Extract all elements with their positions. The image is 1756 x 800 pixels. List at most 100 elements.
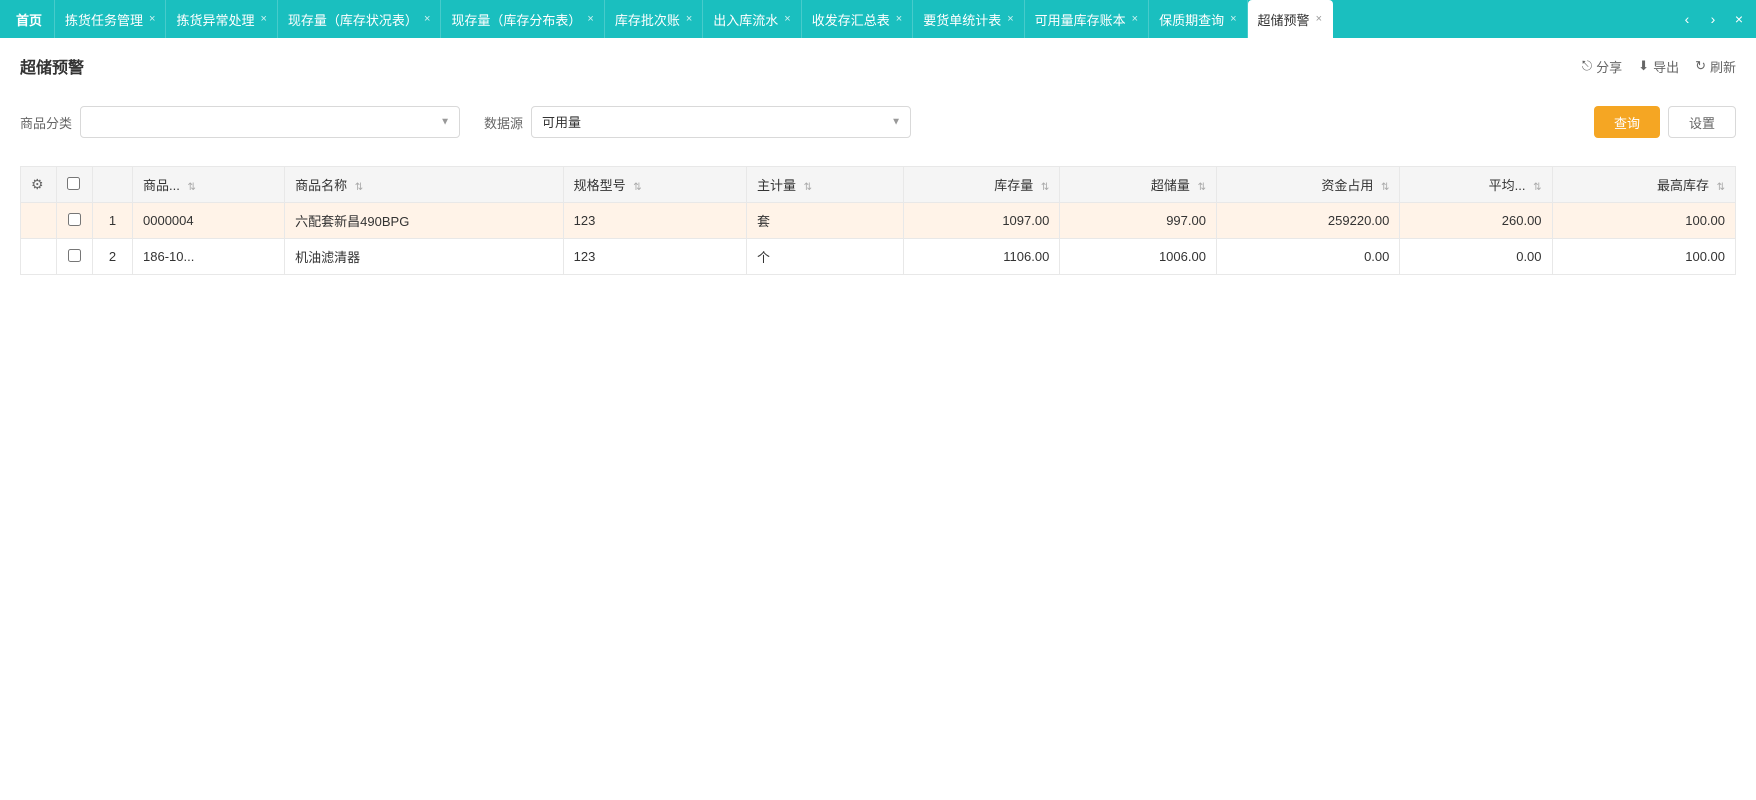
share-link[interactable]: ⎋ 分享 bbox=[1582, 57, 1622, 76]
close-tab-4[interactable]: × bbox=[686, 13, 692, 25]
nav-tab-8[interactable]: 可用量库存账本 × bbox=[1025, 0, 1149, 38]
th-settings: ⚙ bbox=[21, 167, 57, 203]
data-source-wrapper: 可用量 ▼ bbox=[531, 106, 911, 138]
close-tab-3[interactable]: × bbox=[587, 13, 593, 25]
td-unit-1: 个 bbox=[747, 239, 904, 275]
td-avg-1: 0.00 bbox=[1400, 239, 1552, 275]
table-row: 2 186-10... 机油滤清器 123 个 1106.00 1006.00 … bbox=[21, 239, 1736, 275]
td-max-stock-1: 100.00 bbox=[1552, 239, 1735, 275]
close-tab-8[interactable]: × bbox=[1132, 13, 1138, 25]
th-checkbox bbox=[57, 167, 93, 203]
td-unit-0: 套 bbox=[747, 203, 904, 239]
close-tab-0[interactable]: × bbox=[149, 13, 155, 25]
nav-arrows: ‹ › × bbox=[1674, 0, 1752, 38]
td-avg-0: 260.00 bbox=[1400, 203, 1552, 239]
top-navigation: 首页 拣货任务管理 × 拣货异常处理 × 现存量（库存状况表） × 现存量（库存… bbox=[0, 0, 1756, 38]
td-settings-0 bbox=[21, 203, 57, 239]
nav-arrow-close[interactable]: × bbox=[1726, 0, 1752, 38]
data-source-filter: 数据源 可用量 ▼ bbox=[484, 106, 911, 138]
nav-tab-1[interactable]: 拣货异常处理 × bbox=[166, 0, 277, 38]
td-checkbox-0 bbox=[57, 203, 93, 239]
th-product-code[interactable]: 商品... ⇅ bbox=[133, 167, 285, 203]
td-seq-1: 2 bbox=[93, 239, 133, 275]
nav-tab-7[interactable]: 要货单统计表 × bbox=[913, 0, 1024, 38]
table-body: 1 0000004 六配套新昌490BPG 123 套 1097.00 997.… bbox=[21, 203, 1736, 275]
close-tab-2[interactable]: × bbox=[424, 13, 430, 25]
nav-tab-6[interactable]: 收发存汇总表 × bbox=[802, 0, 913, 38]
data-table: ⚙ 商品... ⇅ 商品名称 ⇅ 规格型号 ⇅ bbox=[20, 166, 1736, 275]
td-capital-1: 0.00 bbox=[1216, 239, 1399, 275]
nav-home[interactable]: 首页 bbox=[4, 0, 55, 38]
sort-capital-icon: ⇅ bbox=[1381, 182, 1389, 193]
nav-tab-5[interactable]: 出入库流水 × bbox=[703, 0, 801, 38]
share-icon: ⎋ bbox=[1582, 58, 1592, 74]
td-seq-0: 1 bbox=[93, 203, 133, 239]
close-tab-1[interactable]: × bbox=[260, 13, 266, 25]
sort-spec-icon: ⇅ bbox=[633, 182, 641, 193]
td-stock-1: 1106.00 bbox=[903, 239, 1060, 275]
filter-area: 商品分类 ▼ 数据源 可用量 ▼ 查询 设置 bbox=[20, 94, 1736, 150]
td-product-name-0: 六配套新昌490BPG bbox=[285, 203, 563, 239]
page-content: 超储预警 ⎋ 分享 ⬇ 导出 ↻ 刷新 商品分类 ▼ bbox=[0, 38, 1756, 800]
close-tab-9[interactable]: × bbox=[1230, 13, 1236, 25]
table-row: 1 0000004 六配套新昌490BPG 123 套 1097.00 997.… bbox=[21, 203, 1736, 239]
nav-arrow-right[interactable]: › bbox=[1700, 0, 1726, 38]
td-checkbox-1 bbox=[57, 239, 93, 275]
sort-unit-icon: ⇅ bbox=[804, 182, 812, 193]
refresh-link[interactable]: ↻ 刷新 bbox=[1695, 57, 1736, 76]
sort-product-name-icon: ⇅ bbox=[355, 182, 363, 193]
data-source-label: 数据源 bbox=[484, 113, 523, 132]
refresh-icon: ↻ bbox=[1695, 58, 1706, 74]
header-actions: ⎋ 分享 ⬇ 导出 ↻ 刷新 bbox=[1582, 57, 1736, 76]
td-settings-1 bbox=[21, 239, 57, 275]
th-max-stock[interactable]: 最高库存 ⇅ bbox=[1552, 167, 1735, 203]
td-spec-0: 123 bbox=[563, 203, 746, 239]
th-seq bbox=[93, 167, 133, 203]
th-unit[interactable]: 主计量 ⇅ bbox=[747, 167, 904, 203]
th-product-name[interactable]: 商品名称 ⇅ bbox=[285, 167, 563, 203]
sort-product-code-icon: ⇅ bbox=[187, 182, 195, 193]
filter-buttons: 查询 设置 bbox=[1594, 106, 1736, 138]
select-all-checkbox[interactable] bbox=[67, 177, 80, 190]
row-checkbox-0[interactable] bbox=[68, 213, 81, 226]
product-category-select[interactable] bbox=[80, 106, 460, 138]
export-link[interactable]: ⬇ 导出 bbox=[1638, 57, 1679, 76]
sort-max-stock-icon: ⇅ bbox=[1717, 182, 1725, 193]
th-over-stock[interactable]: 超储量 ⇅ bbox=[1060, 167, 1217, 203]
td-over-stock-1: 1006.00 bbox=[1060, 239, 1217, 275]
table-settings-icon[interactable]: ⚙ bbox=[31, 176, 44, 192]
td-product-code-0: 0000004 bbox=[133, 203, 285, 239]
th-capital[interactable]: 资金占用 ⇅ bbox=[1216, 167, 1399, 203]
th-avg[interactable]: 平均... ⇅ bbox=[1400, 167, 1552, 203]
td-spec-1: 123 bbox=[563, 239, 746, 275]
nav-tab-2[interactable]: 现存量（库存状况表） × bbox=[278, 0, 441, 38]
td-capital-0: 259220.00 bbox=[1216, 203, 1399, 239]
th-stock[interactable]: 库存量 ⇅ bbox=[903, 167, 1060, 203]
close-tab-10[interactable]: × bbox=[1316, 13, 1322, 25]
nav-tab-9[interactable]: 保质期查询 × bbox=[1149, 0, 1247, 38]
sort-avg-icon: ⇅ bbox=[1533, 182, 1541, 193]
close-tab-6[interactable]: × bbox=[896, 13, 902, 25]
close-tab-7[interactable]: × bbox=[1007, 13, 1013, 25]
nav-arrow-left[interactable]: ‹ bbox=[1674, 0, 1700, 38]
nav-tab-10[interactable]: 超储预警 × bbox=[1248, 0, 1333, 38]
td-max-stock-0: 100.00 bbox=[1552, 203, 1735, 239]
product-category-wrapper: ▼ bbox=[80, 106, 460, 138]
data-source-select[interactable]: 可用量 bbox=[531, 106, 911, 138]
sort-stock-icon: ⇅ bbox=[1041, 182, 1049, 193]
page-title: 超储预警 bbox=[20, 54, 84, 78]
td-product-name-1: 机油滤清器 bbox=[285, 239, 563, 275]
close-tab-5[interactable]: × bbox=[784, 13, 790, 25]
settings-button[interactable]: 设置 bbox=[1668, 106, 1736, 138]
product-category-filter: 商品分类 ▼ bbox=[20, 106, 460, 138]
nav-tab-0[interactable]: 拣货任务管理 × bbox=[55, 0, 166, 38]
th-spec[interactable]: 规格型号 ⇅ bbox=[563, 167, 746, 203]
row-checkbox-1[interactable] bbox=[68, 249, 81, 262]
table-header-row: ⚙ 商品... ⇅ 商品名称 ⇅ 规格型号 ⇅ bbox=[21, 167, 1736, 203]
nav-tab-4[interactable]: 库存批次账 × bbox=[605, 0, 703, 38]
query-button[interactable]: 查询 bbox=[1594, 106, 1660, 138]
nav-tab-3[interactable]: 现存量（库存分布表） × bbox=[441, 0, 604, 38]
td-stock-0: 1097.00 bbox=[903, 203, 1060, 239]
page-header: 超储预警 ⎋ 分享 ⬇ 导出 ↻ 刷新 bbox=[20, 54, 1736, 78]
td-over-stock-0: 997.00 bbox=[1060, 203, 1217, 239]
